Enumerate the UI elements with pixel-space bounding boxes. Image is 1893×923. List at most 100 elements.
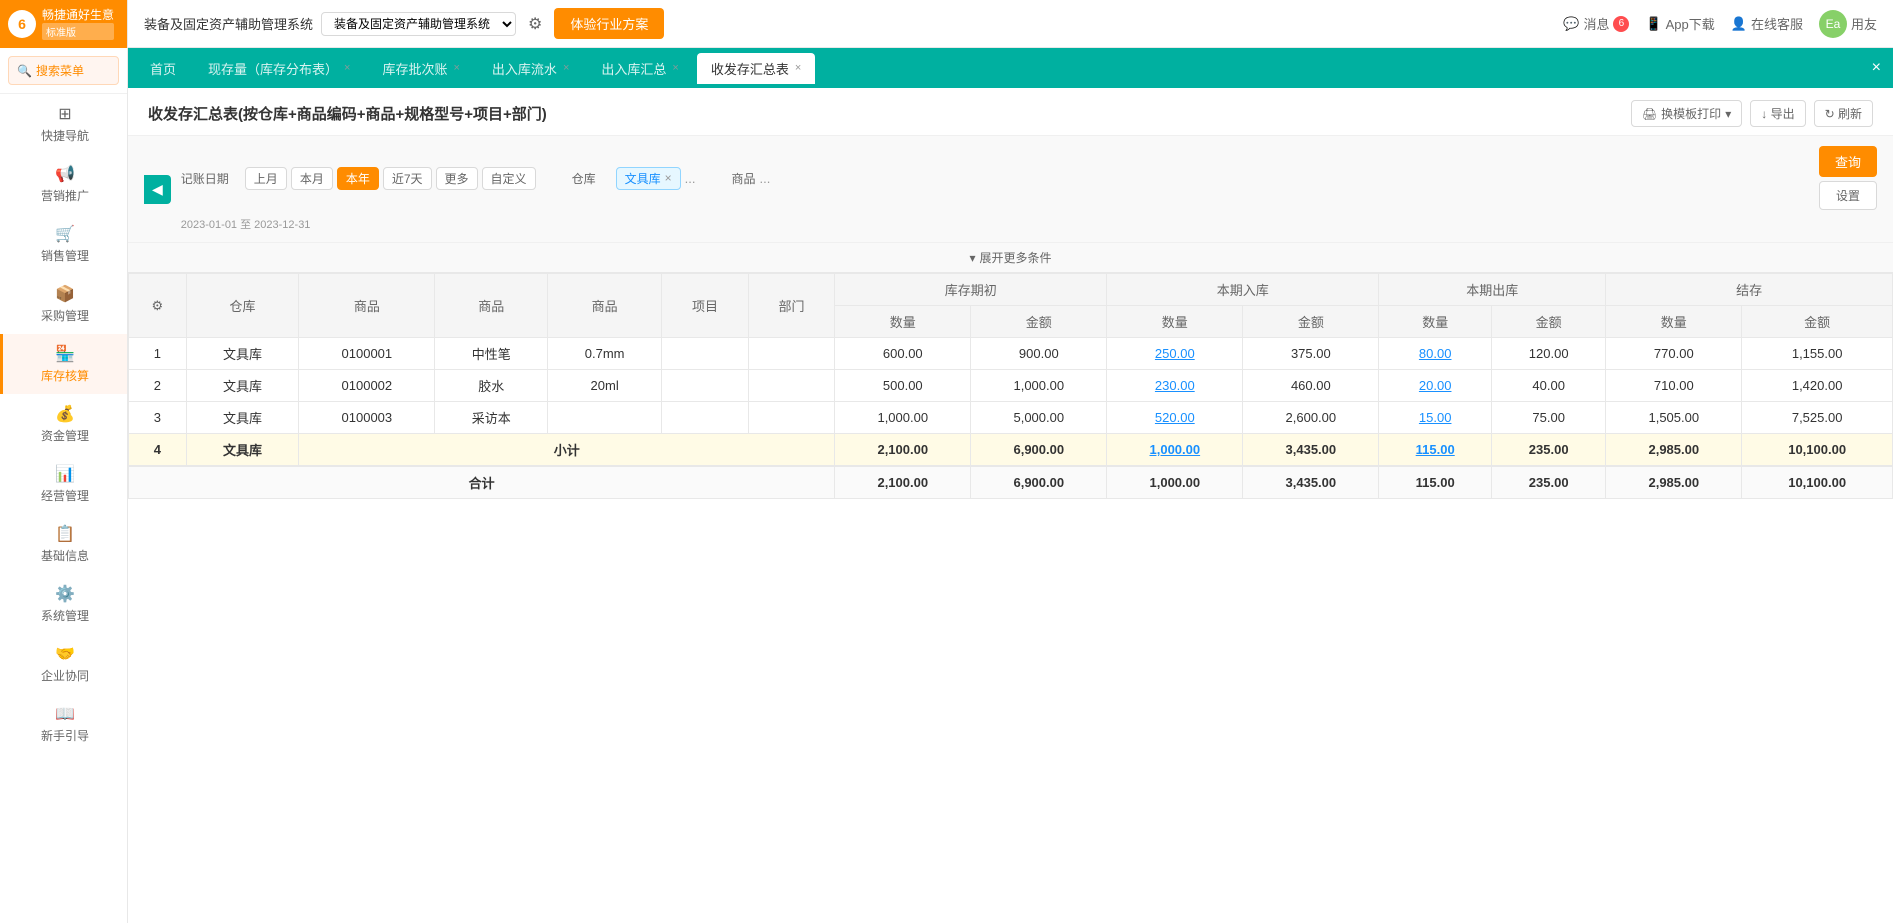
settings-icon[interactable]: ⚙ xyxy=(524,10,546,38)
sidebar-item-quick-nav[interactable]: ⊞ 快捷导航 xyxy=(0,94,127,154)
tab-close-icon[interactable]: × xyxy=(453,62,459,74)
trial-button[interactable]: 体验行业方案 xyxy=(554,8,664,39)
row-in-qty[interactable]: 250.00 xyxy=(1107,338,1243,370)
row-goods-spec: 0.7mm xyxy=(548,338,662,370)
sidebar-item-label: 系统管理 xyxy=(41,607,89,624)
row-no: 2 xyxy=(129,370,187,402)
quick-nav-icon: ⊞ xyxy=(58,104,71,124)
table-footer: 合计 2,100.00 6,900.00 1,000.00 3,435.00 1… xyxy=(129,466,1893,499)
topbar: 装备及固定资产辅助管理系统 装备及固定资产辅助管理系统 ⚙ 体验行业方案 💬 消… xyxy=(128,0,1893,48)
col-dept-header: 部门 xyxy=(748,274,835,338)
table-settings-icon[interactable]: ⚙ xyxy=(151,298,163,313)
total-label: 合计 xyxy=(129,466,835,499)
message-button[interactable]: 💬 消息 6 xyxy=(1563,14,1629,33)
app-download-button[interactable]: 📱 App下载 xyxy=(1645,14,1714,33)
search-menu-button[interactable]: 🔍 搜索菜单 xyxy=(8,56,119,85)
sidebar-item-marketing[interactable]: 📢 营销推广 xyxy=(0,154,127,214)
sidebar-item-purchase[interactable]: 📦 采购管理 xyxy=(0,274,127,334)
date-buttons: 上月 本月 本年 近7天 更多 自定义 xyxy=(245,167,536,190)
total-out-qty: 115.00 xyxy=(1379,466,1492,499)
sidebar-item-label: 销售管理 xyxy=(41,247,89,264)
date-btn-last-month[interactable]: 上月 xyxy=(245,167,287,190)
sidebar-item-base[interactable]: 📋 基础信息 xyxy=(0,514,127,574)
row-balance-amt: 1,155.00 xyxy=(1742,338,1893,370)
col-goods-name-header: 商品 xyxy=(435,274,548,338)
system-select[interactable]: 装备及固定资产辅助管理系统 xyxy=(321,12,516,36)
template-print-button[interactable]: 🖨 换模板打印 ▾ xyxy=(1631,100,1742,127)
col-in-group: 本期入库 xyxy=(1107,274,1379,306)
purchase-icon: 📦 xyxy=(55,284,75,304)
row-goods-spec xyxy=(548,402,662,434)
col-balance-qty-header: 数量 xyxy=(1606,306,1742,338)
row-out-qty[interactable]: 80.00 xyxy=(1379,338,1492,370)
sidebar-item-label: 企业协同 xyxy=(41,667,89,684)
date-btn-7days[interactable]: 近7天 xyxy=(383,167,432,190)
goods-more-button[interactable]: ... xyxy=(759,171,770,186)
data-table: ⚙ 仓库 商品 商品 商品 项目 部门 库存期初 本期入库 本期出库 结存 xyxy=(128,273,1893,499)
subtotal-out-qty[interactable]: 115.00 xyxy=(1379,434,1492,467)
tab-receive-summary[interactable]: 收发存汇总表 × xyxy=(697,53,815,84)
tab-close-icon[interactable]: × xyxy=(563,62,569,74)
sidebar-item-inventory[interactable]: 🏪 库存核算 xyxy=(0,334,127,394)
refresh-button[interactable]: ↻ 刷新 xyxy=(1814,100,1873,127)
tab-batch[interactable]: 库存批次账 × xyxy=(368,53,473,84)
template-print-label: 换模板打印 xyxy=(1661,105,1721,122)
page: 收发存汇总表(按仓库+商品编码+商品+规格型号+项目+部门) 🖨 换模板打印 ▾… xyxy=(128,88,1893,923)
sidebar-item-enterprise[interactable]: 🤝 企业协同 xyxy=(0,634,127,694)
tab-home[interactable]: 首页 xyxy=(136,53,190,84)
expand-more-button[interactable]: ▾ 展开更多条件 xyxy=(128,242,1893,272)
tab-close-icon[interactable]: × xyxy=(672,62,678,74)
marketing-icon: 📢 xyxy=(55,164,75,184)
col-opening-qty-header: 数量 xyxy=(835,306,971,338)
main-content: 装备及固定资产辅助管理系统 装备及固定资产辅助管理系统 ⚙ 体验行业方案 💬 消… xyxy=(128,0,1893,923)
row-project xyxy=(662,338,749,370)
tab-flow[interactable]: 出入库流水 × xyxy=(478,53,583,84)
export-button[interactable]: ↓ 导出 xyxy=(1750,100,1805,127)
row-in-amt: 2,600.00 xyxy=(1243,402,1379,434)
date-btn-custom[interactable]: 自定义 xyxy=(482,167,536,190)
subtotal-in-qty[interactable]: 1,000.00 xyxy=(1107,434,1243,467)
date-btn-more[interactable]: 更多 xyxy=(436,167,478,190)
warehouse-more-button[interactable]: ... xyxy=(685,171,696,186)
sidebar-item-sales[interactable]: 🛒 销售管理 xyxy=(0,214,127,274)
row-out-qty[interactable]: 15.00 xyxy=(1379,402,1492,434)
subtotal-out-amt: 235.00 xyxy=(1492,434,1606,467)
row-opening-qty: 600.00 xyxy=(835,338,971,370)
online-service-label: 在线客服 xyxy=(1751,14,1803,33)
tabbar-close-icon[interactable]: × xyxy=(1868,55,1885,81)
query-button[interactable]: 查询 xyxy=(1819,146,1877,177)
date-btn-this-year[interactable]: 本年 xyxy=(337,167,379,190)
total-balance-qty: 2,985.00 xyxy=(1606,466,1742,499)
date-range: 2023-01-01 至 2023-12-31 xyxy=(181,216,1877,232)
table-row: 3 文具库 0100003 采访本 1,000.00 5,000.00 520.… xyxy=(129,402,1893,434)
topbar-right: 💬 消息 6 📱 App下载 👤 在线客服 Ea 用友 xyxy=(1563,10,1877,38)
tab-label: 现存量（库存分布表） xyxy=(208,59,338,78)
tab-close-icon[interactable]: × xyxy=(795,62,801,74)
online-service-button[interactable]: 👤 在线客服 xyxy=(1731,14,1803,33)
col-balance-amt-header: 金额 xyxy=(1742,306,1893,338)
sidebar-item-system[interactable]: ⚙️ 系统管理 xyxy=(0,574,127,634)
filter-collapse-button[interactable]: ◀ xyxy=(144,175,171,204)
sidebar-logo: 6 畅捷通好生意 标准版 xyxy=(0,0,127,48)
row-in-qty[interactable]: 520.00 xyxy=(1107,402,1243,434)
row-out-qty[interactable]: 20.00 xyxy=(1379,370,1492,402)
user-menu[interactable]: Ea 用友 xyxy=(1819,10,1877,38)
tab-close-icon[interactable]: × xyxy=(344,62,350,74)
settings-small-button[interactable]: 设置 xyxy=(1819,181,1877,210)
warehouse-tag-close-icon[interactable]: × xyxy=(665,171,672,185)
sidebar-item-operations[interactable]: 📊 经营管理 xyxy=(0,454,127,514)
logo-icon: 6 xyxy=(8,10,36,38)
sidebar-item-guide[interactable]: 📖 新手引导 xyxy=(0,694,127,754)
date-btn-this-month[interactable]: 本月 xyxy=(291,167,333,190)
tab-summary-inout[interactable]: 出入库汇总 × xyxy=(587,53,692,84)
row-in-qty[interactable]: 230.00 xyxy=(1107,370,1243,402)
enterprise-icon: 🤝 xyxy=(55,644,75,664)
export-icon: ↓ xyxy=(1761,107,1767,121)
sidebar-item-finance[interactable]: 💰 资金管理 xyxy=(0,394,127,454)
inventory-icon: 🏪 xyxy=(55,344,75,364)
search-menu-label: 搜索菜单 xyxy=(36,62,84,79)
service-icon: 👤 xyxy=(1731,16,1747,32)
sidebar-item-label: 经营管理 xyxy=(41,487,89,504)
tab-inventory-dist[interactable]: 现存量（库存分布表） × xyxy=(194,53,364,84)
search-icon: 🔍 xyxy=(17,64,32,78)
